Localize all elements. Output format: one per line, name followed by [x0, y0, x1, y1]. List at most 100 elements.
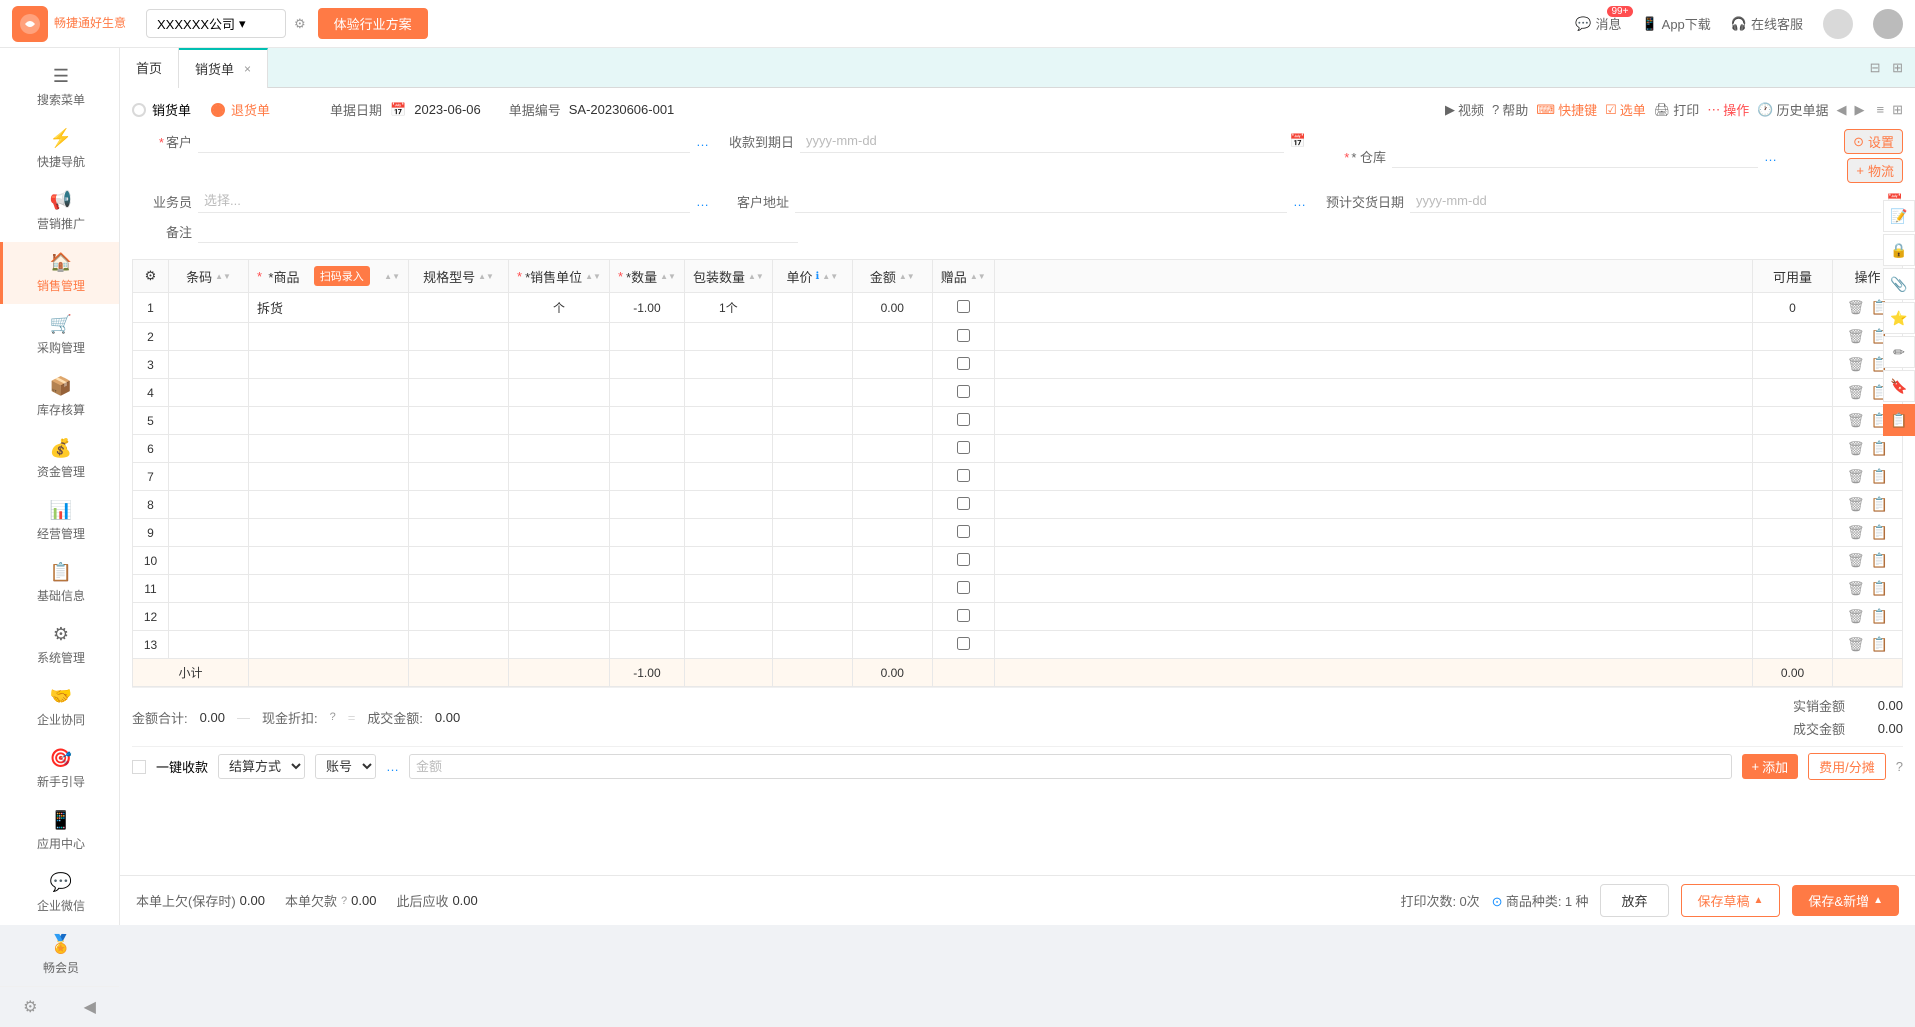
customer-addr-input[interactable] [795, 189, 1287, 213]
sidebar-item-shortcut[interactable]: ⚡ 快捷导航 [0, 118, 119, 180]
row-pkgqty[interactable] [684, 463, 772, 491]
row-product[interactable] [249, 631, 409, 659]
sidebar-item-operations[interactable]: 📊 经营管理 [0, 490, 119, 552]
copy-row-icon[interactable]: 📋 [1871, 496, 1888, 513]
delete-row-icon[interactable]: 🗑 [1847, 468, 1865, 485]
list-view-icon[interactable]: ≡ [1877, 102, 1885, 117]
sidebar-item-enterprise[interactable]: 🤝 企业协同 [0, 676, 119, 738]
row-gift[interactable] [932, 463, 994, 491]
delete-row-icon[interactable]: 🗑 [1847, 552, 1865, 569]
gift-checkbox[interactable] [957, 357, 970, 370]
row-unit[interactable] [509, 575, 610, 603]
spec-input[interactable] [417, 441, 500, 456]
row-price[interactable] [772, 631, 852, 659]
row-amount[interactable] [852, 379, 932, 407]
spec-input[interactable] [417, 525, 500, 540]
row-qty[interactable] [609, 435, 684, 463]
customer-input[interactable] [198, 129, 690, 153]
row-spec[interactable] [409, 519, 509, 547]
row-product[interactable] [249, 407, 409, 435]
row-barcode[interactable] [169, 631, 249, 659]
nav-next-icon[interactable]: ▶ [1855, 102, 1865, 118]
radio-sale[interactable]: 销货单 [132, 100, 191, 119]
sidebar-item-guide[interactable]: 🎯 新手引导 [0, 738, 119, 800]
online-service-item[interactable]: 🎧 在线客服 [1731, 14, 1803, 33]
delete-row-icon[interactable]: 🗑 [1847, 440, 1865, 457]
avatar2[interactable] [1873, 9, 1903, 39]
row-qty[interactable] [609, 547, 684, 575]
fee-help-icon[interactable]: ? [1896, 759, 1903, 774]
row-pkgqty[interactable] [684, 323, 772, 351]
gift-checkbox[interactable] [957, 300, 970, 313]
collection-date-input[interactable] [800, 129, 1284, 153]
gift-checkbox[interactable] [957, 581, 970, 594]
delete-row-icon[interactable]: 🗑 [1847, 608, 1865, 625]
scan-btn[interactable]: 扫码录入 [314, 266, 370, 286]
grid-view-icon[interactable]: ⊞ [1892, 102, 1903, 118]
product-input[interactable] [257, 357, 400, 372]
row-qty[interactable] [609, 463, 684, 491]
product-input[interactable] [257, 525, 400, 540]
row-unit[interactable] [509, 491, 610, 519]
row-spec[interactable] [409, 435, 509, 463]
row-barcode[interactable] [169, 519, 249, 547]
row-qty[interactable] [609, 351, 684, 379]
row-qty[interactable] [609, 575, 684, 603]
fixed-btn-7[interactable]: 📋 [1883, 404, 1915, 436]
row-product[interactable] [249, 379, 409, 407]
barcode-input[interactable] [177, 357, 240, 372]
radio-return[interactable]: 退货单 [211, 100, 270, 119]
row-qty[interactable] [609, 323, 684, 351]
payment-method-select[interactable]: 结算方式 [218, 754, 305, 779]
tab-sales-order[interactable]: 销货单 × [179, 48, 268, 88]
row-pkgqty[interactable] [684, 491, 772, 519]
row-unit[interactable] [509, 407, 610, 435]
row-product[interactable] [249, 463, 409, 491]
save-draft-button[interactable]: 保存草稿 ▲ [1681, 884, 1781, 917]
product-input[interactable] [257, 469, 400, 484]
row-product[interactable] [249, 491, 409, 519]
row-pkgqty[interactable] [684, 631, 772, 659]
shortcut-btn[interactable]: ⌨ 快捷键 [1536, 100, 1597, 119]
sidebar-bottom-settings-icon[interactable]: ⚙ [23, 997, 37, 1017]
spec-input[interactable] [417, 385, 500, 400]
layout-grid-icon[interactable]: ⊟ [1870, 60, 1881, 75]
row-spec[interactable] [409, 351, 509, 379]
copy-row-icon[interactable]: 📋 [1871, 468, 1888, 485]
row-gift[interactable] [932, 379, 994, 407]
row-price[interactable] [772, 323, 852, 351]
gift-checkbox[interactable] [957, 469, 970, 482]
barcode-input[interactable] [177, 581, 240, 596]
sidebar-bottom-collapse-icon[interactable]: ◀ [84, 997, 96, 1017]
barcode-input[interactable] [177, 637, 240, 652]
spec-input[interactable] [417, 553, 500, 568]
row-qty[interactable] [609, 407, 684, 435]
row-amount[interactable] [852, 631, 932, 659]
barcode-input[interactable] [177, 329, 240, 344]
row-pkgqty[interactable] [684, 547, 772, 575]
salesperson-input[interactable] [198, 189, 690, 213]
product-input[interactable] [257, 637, 400, 652]
row-unit[interactable] [509, 603, 610, 631]
row-unit[interactable] [509, 323, 610, 351]
row-gift[interactable] [932, 519, 994, 547]
barcode-input[interactable] [177, 497, 240, 512]
sidebar-item-system[interactable]: ⚙ 系统管理 [0, 614, 119, 676]
gift-checkbox[interactable] [957, 329, 970, 342]
row-barcode[interactable] [169, 463, 249, 491]
barcode-input[interactable] [177, 469, 240, 484]
barcode-input[interactable] [177, 385, 240, 400]
price-info-icon[interactable]: ℹ [815, 271, 819, 282]
spec-input[interactable] [417, 357, 500, 372]
row-pkgqty[interactable] [684, 407, 772, 435]
nav-prev-icon[interactable]: ◀ [1837, 102, 1847, 118]
row-product[interactable] [249, 575, 409, 603]
messages-item[interactable]: 💬 消息 99+ [1575, 14, 1621, 33]
save-new-button[interactable]: 保存&新增 ▲ [1792, 885, 1899, 916]
gift-checkbox[interactable] [957, 497, 970, 510]
row-barcode[interactable] [169, 351, 249, 379]
gift-checkbox[interactable] [957, 441, 970, 454]
one-click-checkbox[interactable] [132, 760, 146, 774]
spec-input[interactable] [417, 581, 500, 596]
row-unit[interactable] [509, 519, 610, 547]
